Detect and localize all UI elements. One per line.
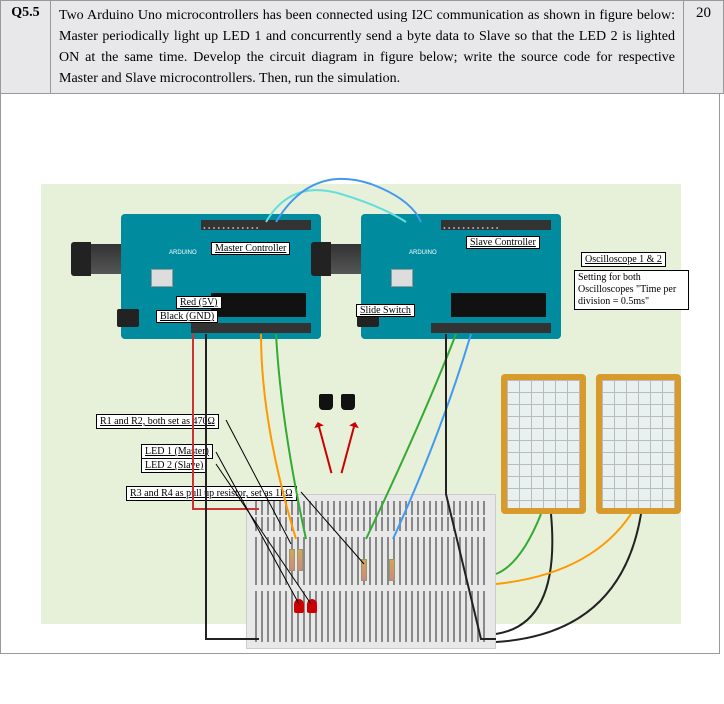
breadboard-rail <box>255 612 487 626</box>
breadboard <box>246 494 496 649</box>
small-ic <box>391 269 413 287</box>
usb-plug <box>71 242 91 276</box>
oscilloscope-setting: Setting for both Oscilloscopes "Time per… <box>574 270 689 310</box>
breadboard-rail <box>255 517 487 531</box>
breadboard-rail <box>255 628 487 642</box>
oscilloscope-title: Oscilloscope 1 & 2 <box>581 252 666 267</box>
arduino-brand-label: ARDUINO <box>409 250 437 256</box>
oscilloscope-1 <box>501 374 586 514</box>
arduino-header-top <box>441 220 551 230</box>
arduino-header-top <box>201 220 311 230</box>
resistor-r2 <box>297 549 303 571</box>
led-1 <box>294 599 304 613</box>
breadboard-rail <box>255 501 487 515</box>
usb-plug <box>311 242 331 276</box>
usb-port <box>329 244 361 274</box>
led-2 <box>307 599 317 613</box>
slide-switch-label: Slide Switch <box>356 304 415 317</box>
transistor-2 <box>341 394 355 410</box>
circuit-diagram: ARDUINO Master Controller Red (5V) Black… <box>0 94 720 654</box>
usb-port <box>89 244 121 274</box>
slave-controller-label: Slave Controller <box>466 236 540 249</box>
red-5v-label: Red (5V) <box>176 296 222 309</box>
master-controller-label: Master Controller <box>211 242 290 255</box>
slave-arduino: ARDUINO Slave Controller <box>361 214 561 339</box>
r1-r2-annotation: R1 and R2, both set as 470Ω <box>96 414 219 429</box>
resistor-r1 <box>289 549 295 571</box>
arduino-header-bottom <box>431 323 551 333</box>
arduino-brand-label: ARDUINO <box>169 250 197 256</box>
arduino-header-bottom <box>191 323 311 333</box>
oscilloscope-screen <box>602 380 675 508</box>
question-marks: 20 <box>684 1 724 94</box>
resistor-r3 <box>361 559 367 581</box>
led2-annotation: LED 2 (Slave) <box>141 458 207 473</box>
arduino-chip <box>451 293 546 317</box>
small-ic <box>151 269 173 287</box>
arduino-chip <box>211 293 306 317</box>
question-text: Two Arduino Uno microcontrollers has bee… <box>51 1 684 94</box>
oscilloscope-screen <box>507 380 580 508</box>
resistor-r4 <box>389 559 395 581</box>
barrel-jack <box>117 309 139 327</box>
oscilloscope-2 <box>596 374 681 514</box>
question-table: Q5.5 Two Arduino Uno microcontrollers ha… <box>0 0 724 94</box>
master-arduino: ARDUINO Master Controller Red (5V) Black… <box>121 214 321 339</box>
black-gnd-label: Black (GND) <box>156 310 218 323</box>
question-number: Q5.5 <box>1 1 51 94</box>
transistor-1 <box>319 394 333 410</box>
led1-annotation: LED 1 (Master) <box>141 444 213 459</box>
r3-r4-annotation: R3 and R4 as pull up resistor, set as 1k… <box>126 486 297 501</box>
